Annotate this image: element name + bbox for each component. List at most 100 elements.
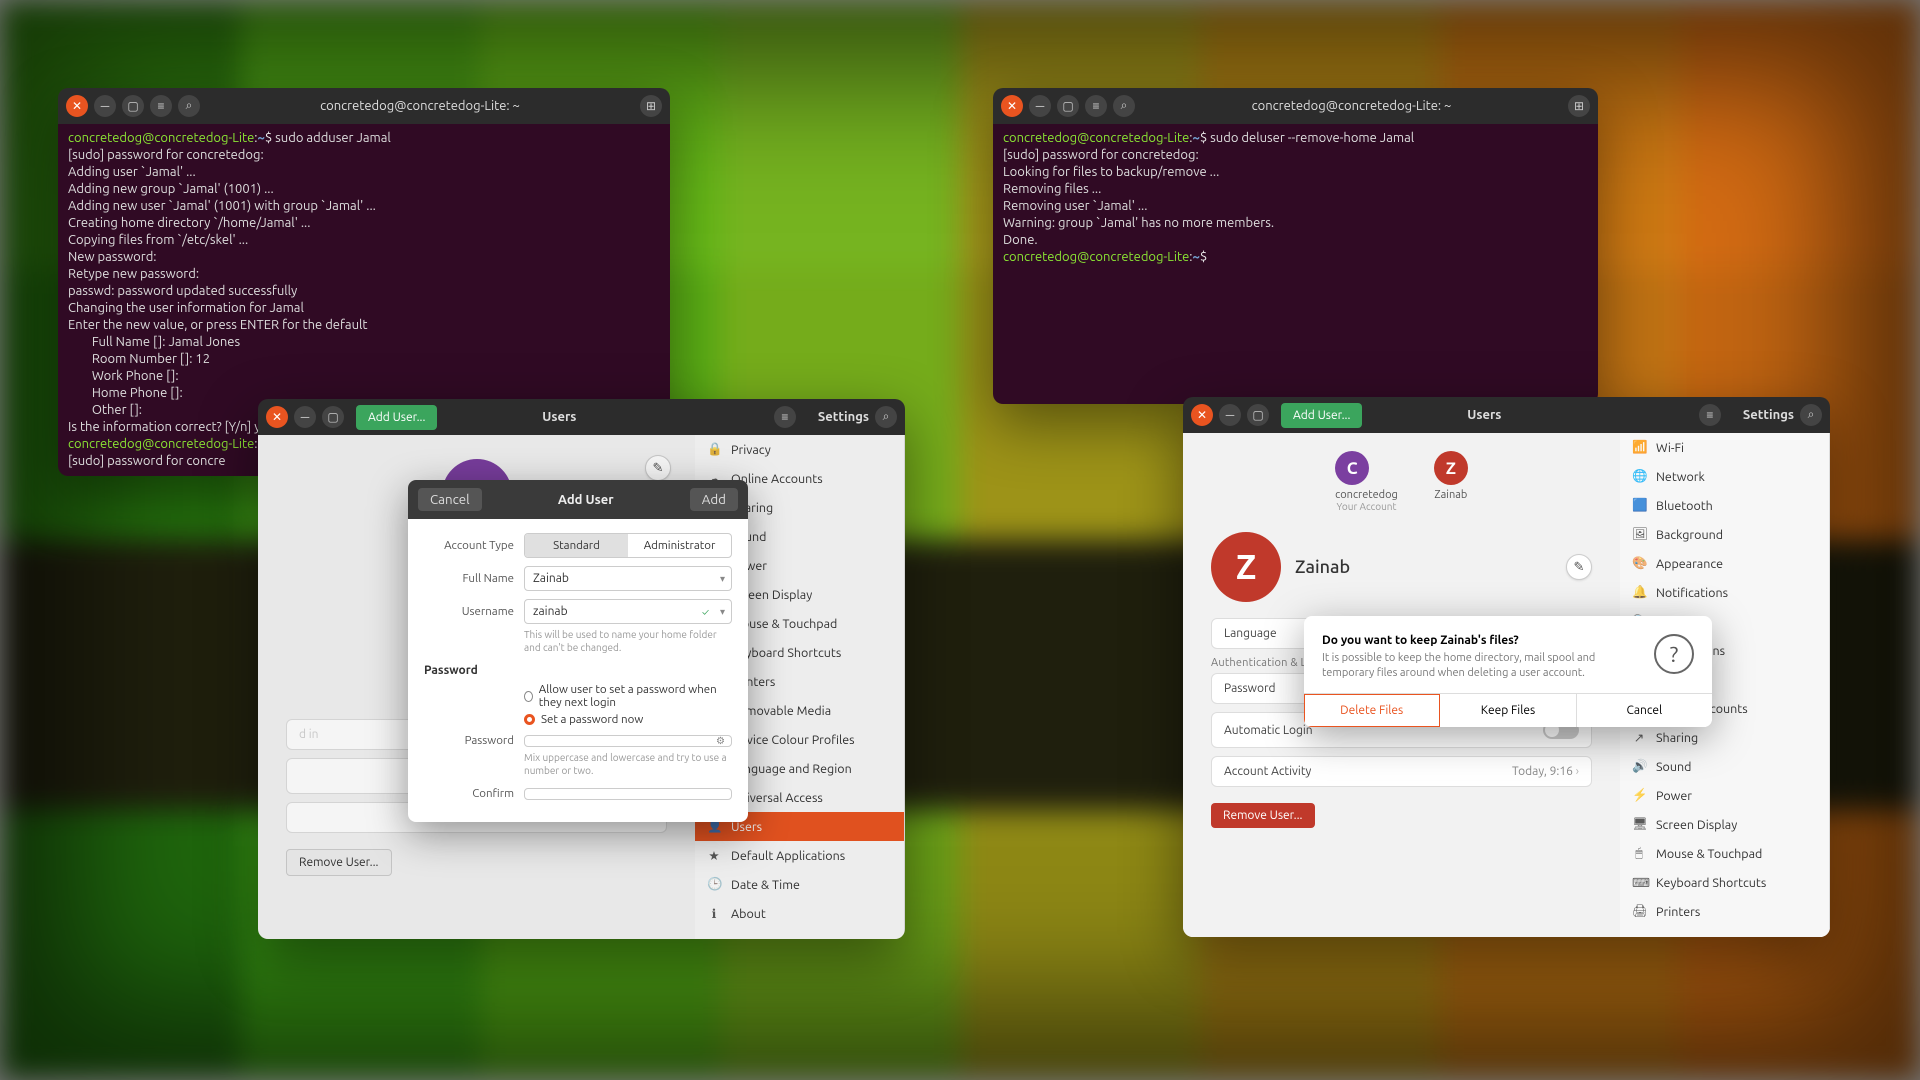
maximize-icon[interactable]: ▢ [1247, 404, 1269, 426]
avatar: C [1335, 451, 1369, 485]
sidebar-item-bluetooth[interactable]: 🟦Bluetooth [1620, 491, 1829, 520]
password-section: Password [424, 664, 732, 677]
confirm-input[interactable] [524, 788, 732, 800]
avatar: Z [1434, 451, 1468, 485]
delete-files-button[interactable]: Delete Files [1304, 694, 1440, 727]
add-button[interactable]: Add [690, 488, 738, 511]
close-icon[interactable]: ✕ [1191, 404, 1213, 426]
sidebar-item-wi-fi[interactable]: 📶Wi-Fi [1620, 433, 1829, 462]
confirm-label: Confirm [424, 787, 514, 800]
window-title: concretedog@concretedog-Lite: ~ [1141, 99, 1562, 113]
header-title: Settings [818, 410, 869, 424]
sidebar-item-mouse-touchpad[interactable]: 🖱Mouse & Touchpad [1620, 839, 1829, 868]
close-icon[interactable]: ✕ [66, 95, 88, 117]
sidebar-item-about[interactable]: ℹAbout [695, 899, 904, 928]
maximize-icon[interactable]: ▢ [122, 95, 144, 117]
account-type-segmented[interactable]: Standard Administrator [524, 533, 732, 558]
close-icon[interactable]: ✕ [1001, 95, 1023, 117]
password-input[interactable]: ⚙ [524, 735, 732, 747]
keep-files-button[interactable]: Keep Files [1440, 694, 1576, 727]
username-label: Username [424, 605, 514, 618]
terminal-body[interactable]: concretedog@concretedog-Lite:~$ sudo del… [993, 124, 1598, 404]
password-hint: Mix uppercase and lowercase and try to u… [524, 751, 732, 777]
sidebar-item-default-applications[interactable]: ★Default Applications [695, 841, 904, 870]
sidebar-item-screen-display[interactable]: 🖥Screen Display [1620, 810, 1829, 839]
edit-icon[interactable]: ✎ [1566, 554, 1592, 580]
remove-user-button[interactable]: Remove User... [1211, 803, 1315, 828]
sidebar-item-keyboard-shortcuts[interactable]: ⌨Keyboard Shortcuts [1620, 868, 1829, 897]
chevron-down-icon: ▾ [720, 573, 725, 585]
terminal-window-deluser[interactable]: ✕ ─ ▢ ≡ ⌕ concretedog@concretedog-Lite: … [993, 88, 1598, 404]
account-type-label: Account Type [424, 539, 514, 552]
add-user-button[interactable]: Add User... [1281, 403, 1362, 428]
avatar[interactable]: Z [1211, 532, 1281, 602]
new-tab-icon[interactable]: ⊞ [640, 95, 662, 117]
edit-icon[interactable]: ✎ [645, 455, 671, 481]
minimize-icon[interactable]: ─ [94, 95, 116, 117]
sidebar-icon: 🟦 [1632, 498, 1646, 513]
sidebar-item-power[interactable]: ⚡Power [1620, 781, 1829, 810]
sidebar-icon: 🖨 [1632, 904, 1646, 919]
current-user-name: Zainab [1295, 557, 1350, 577]
menu-icon[interactable]: ≡ [150, 95, 172, 117]
cancel-button[interactable]: Cancel [418, 488, 482, 511]
menu-icon[interactable]: ≡ [774, 406, 796, 428]
cancel-button[interactable]: Cancel [1577, 694, 1712, 727]
sidebar-icon: 🖱 [1632, 846, 1646, 861]
sidebar-icon: ℹ [707, 906, 721, 921]
minimize-icon[interactable]: ─ [294, 406, 316, 428]
user-tile[interactable]: Z Zainab [1434, 451, 1468, 512]
window-title: concretedog@concretedog-Lite: ~ [206, 99, 634, 113]
add-user-button[interactable]: Add User... [356, 405, 437, 430]
remove-user-button[interactable]: Remove User... [286, 849, 392, 876]
sidebar-item-notifications[interactable]: 🔔Notifications [1620, 578, 1829, 607]
sidebar-icon: ★ [707, 848, 721, 863]
sidebar-icon: 🕒 [707, 877, 721, 892]
confirm-delete-dialog[interactable]: Do you want to keep Zainab's files? It i… [1304, 616, 1712, 727]
password-label: Password [424, 734, 514, 747]
header-subtitle: Users [1467, 408, 1501, 422]
sidebar-icon: 🔊 [1632, 759, 1646, 774]
header-subtitle: Users [542, 410, 576, 424]
search-icon[interactable]: ⌕ [1800, 404, 1822, 426]
sidebar-icon: 🖼 [1632, 527, 1646, 542]
minimize-icon[interactable]: ─ [1029, 95, 1051, 117]
maximize-icon[interactable]: ▢ [1057, 95, 1079, 117]
user-tiles: C concretedogYour Account Z Zainab [1211, 451, 1592, 512]
search-icon[interactable]: ⌕ [875, 406, 897, 428]
sidebar-item-sound[interactable]: 🔊Sound [1620, 752, 1829, 781]
dialog-title: Do you want to keep Zainab's files? [1322, 634, 1640, 647]
sidebar-icon: 🖥 [1632, 817, 1646, 832]
full-name-input[interactable]: Zainab▾ [524, 566, 732, 591]
sidebar-item-date-time[interactable]: 🕒Date & Time [695, 870, 904, 899]
full-name-label: Full Name [424, 572, 514, 585]
sidebar-icon: ⌨ [1632, 875, 1646, 890]
new-tab-icon[interactable]: ⊞ [1568, 95, 1590, 117]
sidebar-item-appearance[interactable]: 🎨Appearance [1620, 549, 1829, 578]
pw-option-later[interactable]: Allow user to set a password when they n… [524, 683, 732, 709]
sidebar-icon: 🌐 [1632, 469, 1646, 484]
dialog-title: Add User [558, 493, 614, 507]
menu-icon[interactable]: ≡ [1699, 404, 1721, 426]
maximize-icon[interactable]: ▢ [322, 406, 344, 428]
username-input[interactable]: zainab▾✓ [524, 599, 732, 624]
sidebar-item-privacy[interactable]: 🔒Privacy [695, 435, 904, 464]
sidebar-item-sharing[interactable]: ↗Sharing [1620, 723, 1829, 752]
chevron-right-icon: › [1576, 765, 1579, 778]
sidebar-item-network[interactable]: 🌐Network [1620, 462, 1829, 491]
minimize-icon[interactable]: ─ [1219, 404, 1241, 426]
sidebar-item-background[interactable]: 🖼Background [1620, 520, 1829, 549]
username-hint: This will be used to name your home fold… [524, 628, 732, 654]
sidebar-item-printers[interactable]: 🖨Printers [1620, 897, 1829, 926]
header-title: Settings [1743, 408, 1794, 422]
gear-icon[interactable]: ⚙ [716, 735, 725, 747]
activity-row[interactable]: Account Activity Today, 9:16 › [1211, 756, 1592, 787]
close-icon[interactable]: ✕ [266, 406, 288, 428]
sidebar-icon: ⚡ [1632, 788, 1646, 803]
search-icon[interactable]: ⌕ [1113, 95, 1135, 117]
menu-icon[interactable]: ≡ [1085, 95, 1107, 117]
pw-option-now[interactable]: Set a password now [524, 713, 732, 726]
search-icon[interactable]: ⌕ [178, 95, 200, 117]
add-user-dialog[interactable]: Cancel Add User Add Account Type Standar… [408, 480, 748, 822]
user-tile[interactable]: C concretedogYour Account [1335, 451, 1398, 512]
